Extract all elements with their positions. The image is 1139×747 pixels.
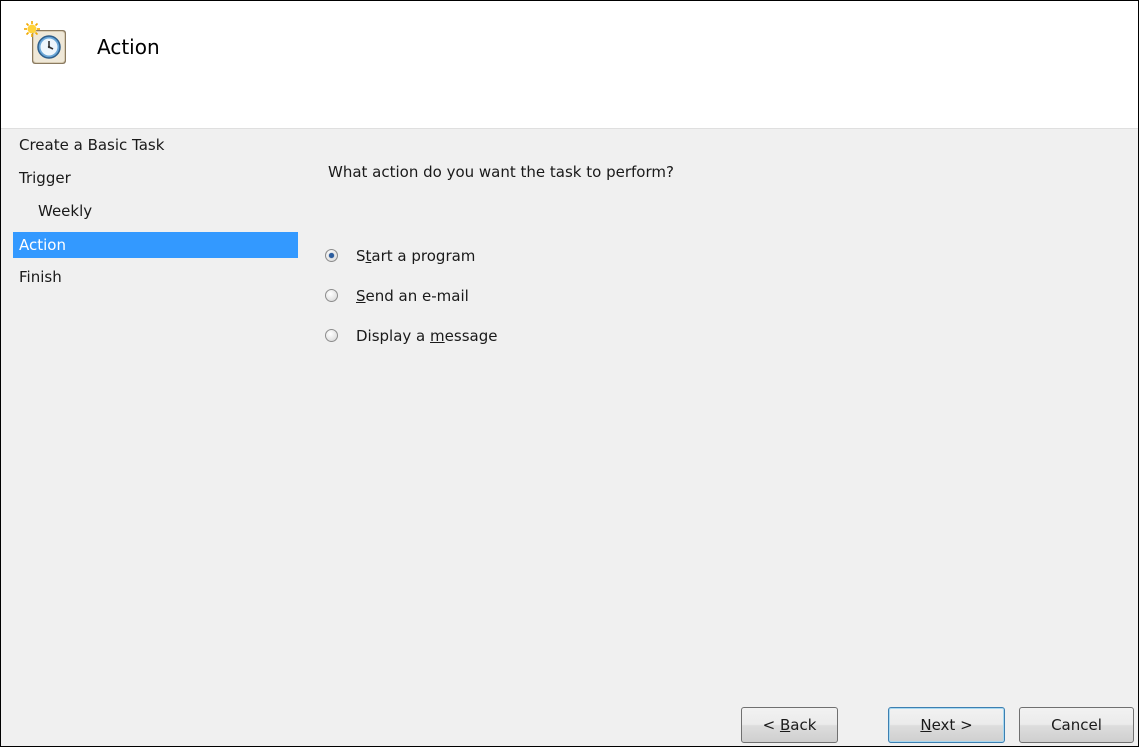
action-prompt: What action do you want the task to perf… xyxy=(328,163,674,181)
radio-checked-icon[interactable] xyxy=(325,249,338,262)
next-button[interactable]: Next > xyxy=(888,707,1005,743)
start-program-label[interactable]: Start a program xyxy=(356,242,475,270)
step-finish[interactable]: Finish xyxy=(13,261,298,294)
cancel-button[interactable]: Cancel xyxy=(1019,707,1134,743)
wizard-step-list: Create a Basic Task Trigger Weekly Actio… xyxy=(13,129,298,294)
step-trigger[interactable]: Trigger xyxy=(13,162,298,195)
send-email-label[interactable]: Send an e-mail xyxy=(356,282,469,310)
radio-unchecked-icon[interactable] xyxy=(325,329,338,342)
wizard-header: Action xyxy=(1,1,1138,129)
task-scheduler-clock-icon xyxy=(23,21,71,69)
radio-unchecked-icon[interactable] xyxy=(325,289,338,302)
page-title: Action xyxy=(97,35,160,59)
display-message-label[interactable]: Display a message xyxy=(356,322,497,350)
step-action[interactable]: Action xyxy=(13,232,298,258)
step-weekly[interactable]: Weekly xyxy=(13,195,298,228)
create-basic-task-wizard: Action Create a Basic Task Trigger Weekl… xyxy=(0,0,1139,747)
step-create-basic-task[interactable]: Create a Basic Task xyxy=(13,129,298,162)
back-button[interactable]: < Back xyxy=(741,707,838,743)
